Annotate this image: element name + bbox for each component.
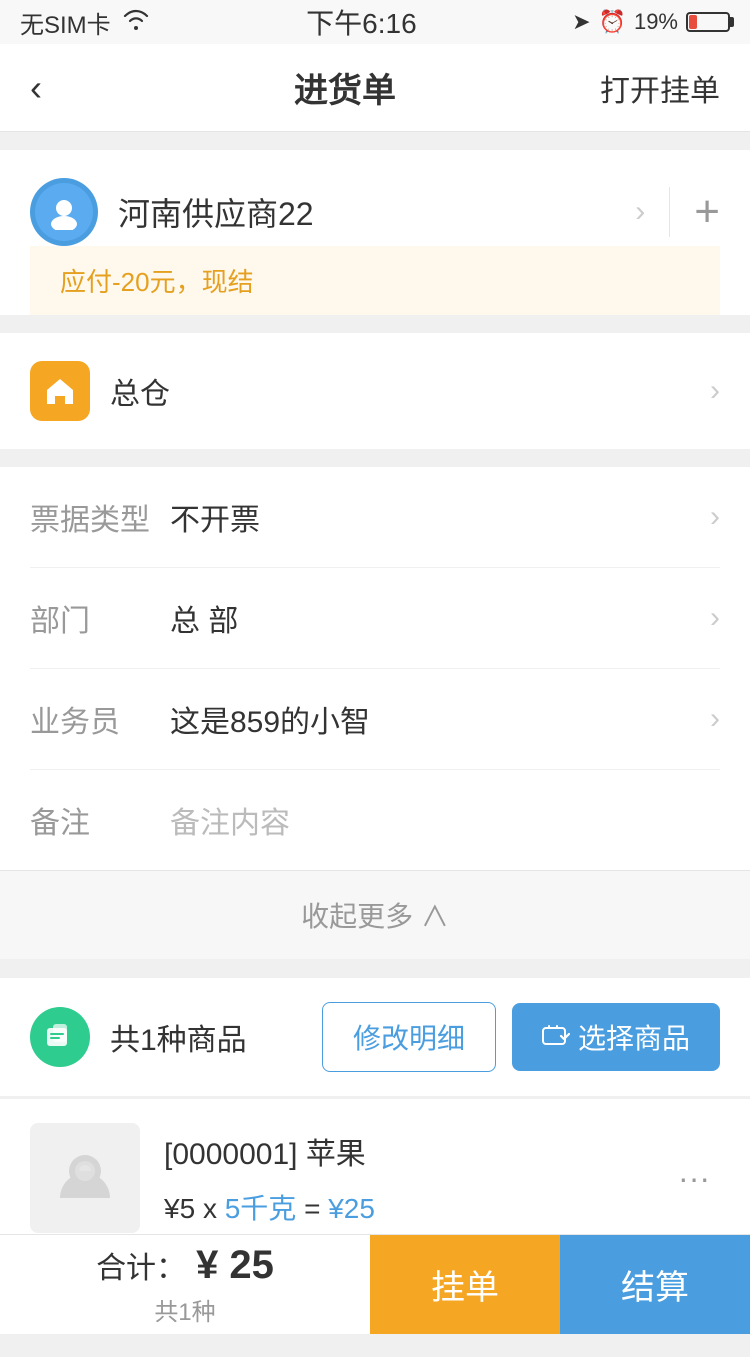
products-count: 共1种商品 bbox=[110, 1015, 322, 1059]
product-equals-sign: = bbox=[304, 1193, 328, 1224]
section-divider-3 bbox=[0, 449, 750, 467]
footer-sub-label: 共1种 bbox=[154, 1292, 215, 1327]
invoice-row[interactable]: 票据类型 不开票 › bbox=[30, 467, 720, 568]
product-code: [0000001] bbox=[164, 1138, 297, 1171]
warehouse-icon bbox=[30, 361, 90, 421]
remark-value[interactable]: 备注内容 bbox=[170, 798, 720, 842]
warehouse-row[interactable]: 总仓 › bbox=[30, 333, 720, 449]
products-icon bbox=[30, 1007, 90, 1067]
product-name: [0000001] 苹果 bbox=[164, 1129, 668, 1173]
dept-value: 总 部 bbox=[170, 596, 700, 640]
product-more-button[interactable]: ··· bbox=[668, 1150, 720, 1207]
section-divider-1 bbox=[0, 132, 750, 150]
remark-row[interactable]: 备注 备注内容 bbox=[30, 770, 720, 870]
dept-label: 部门 bbox=[30, 596, 170, 640]
select-product-label: 选择商品 bbox=[578, 1017, 690, 1057]
product-title: 苹果 bbox=[306, 1138, 366, 1171]
sales-row[interactable]: 业务员 这是859的小智 › bbox=[30, 669, 720, 770]
checkout-button[interactable]: 结算 bbox=[560, 1235, 750, 1334]
supplier-avatar bbox=[30, 178, 98, 246]
warehouse-name: 总仓 bbox=[110, 369, 700, 413]
battery-percentage: 19% bbox=[634, 9, 678, 35]
alarm-icon: ⏰ bbox=[599, 9, 626, 35]
invoice-chevron-icon: › bbox=[710, 500, 720, 534]
product-multiply-sign: x bbox=[203, 1193, 225, 1224]
footer-total-row: 合计： ¥ 25 bbox=[96, 1243, 274, 1288]
supplier-divider bbox=[669, 187, 670, 237]
product-total: ¥25 bbox=[328, 1193, 375, 1224]
invoice-label: 票据类型 bbox=[30, 495, 170, 539]
edit-detail-button[interactable]: 修改明细 bbox=[322, 1002, 496, 1072]
pending-button[interactable]: 挂单 bbox=[370, 1235, 560, 1334]
footer-total-amount: ¥ 25 bbox=[196, 1243, 274, 1288]
product-qty: 5千克 bbox=[225, 1193, 297, 1224]
select-product-button[interactable]: 选择商品 bbox=[512, 1003, 720, 1071]
select-product-icon bbox=[542, 1021, 570, 1053]
footer-total-label: 合计： bbox=[96, 1243, 186, 1287]
supplier-row[interactable]: 河南供应商22 › + bbox=[30, 150, 720, 246]
add-supplier-button[interactable]: + bbox=[694, 190, 720, 234]
invoice-value: 不开票 bbox=[170, 495, 700, 539]
product-unit-price: ¥5 bbox=[164, 1193, 195, 1224]
warehouse-section: 总仓 › bbox=[0, 333, 750, 449]
back-button[interactable]: ‹ bbox=[30, 67, 90, 109]
bottom-bar: 合计： ¥ 25 共1种 挂单 结算 bbox=[0, 1234, 750, 1334]
carrier-text: 无SIM卡 bbox=[20, 5, 111, 40]
products-header: 共1种商品 修改明细 选择商品 bbox=[0, 977, 750, 1096]
sales-value: 这是859的小智 bbox=[170, 697, 700, 741]
sales-chevron-icon: › bbox=[710, 702, 720, 736]
warehouse-chevron-icon: › bbox=[710, 374, 720, 408]
sales-label: 业务员 bbox=[30, 697, 170, 741]
battery-icon bbox=[686, 12, 730, 32]
section-divider-2 bbox=[0, 315, 750, 333]
product-info: [0000001] 苹果 ¥5 x 5千克 = ¥25 bbox=[164, 1129, 668, 1227]
remark-label: 备注 bbox=[30, 798, 170, 842]
supplier-name: 河南供应商22 bbox=[118, 189, 625, 235]
status-bar: 无SIM卡 下午6:16 ➤ ⏰ 19% bbox=[0, 0, 750, 44]
section-divider-4 bbox=[0, 959, 750, 977]
product-price: ¥5 x 5千克 = ¥25 bbox=[164, 1187, 668, 1227]
product-thumbnail bbox=[30, 1123, 140, 1233]
location-icon: ➤ bbox=[572, 9, 590, 35]
page-title: 进货单 bbox=[294, 63, 396, 112]
status-bar-time: 下午6:16 bbox=[306, 2, 417, 42]
supplier-section: 河南供应商22 › + 应付-20元，现结 bbox=[0, 150, 750, 315]
wifi-icon bbox=[121, 8, 151, 37]
open-pending-button[interactable]: 打开挂单 bbox=[600, 66, 720, 110]
status-bar-right: ➤ ⏰ 19% bbox=[572, 9, 730, 35]
status-bar-left: 无SIM卡 bbox=[20, 5, 151, 40]
balance-notice: 应付-20元，现结 bbox=[30, 246, 720, 315]
dept-chevron-icon: › bbox=[710, 601, 720, 635]
form-fields-section: 票据类型 不开票 › 部门 总 部 › 业务员 这是859的小智 › 备注 备注… bbox=[0, 467, 750, 870]
nav-bar: ‹ 进货单 打开挂单 bbox=[0, 44, 750, 132]
footer-total: 合计： ¥ 25 共1种 bbox=[0, 1235, 370, 1334]
dept-row[interactable]: 部门 总 部 › bbox=[30, 568, 720, 669]
collapse-more-button[interactable]: 收起更多 ∧ bbox=[0, 870, 750, 959]
supplier-chevron-icon: › bbox=[635, 195, 645, 229]
